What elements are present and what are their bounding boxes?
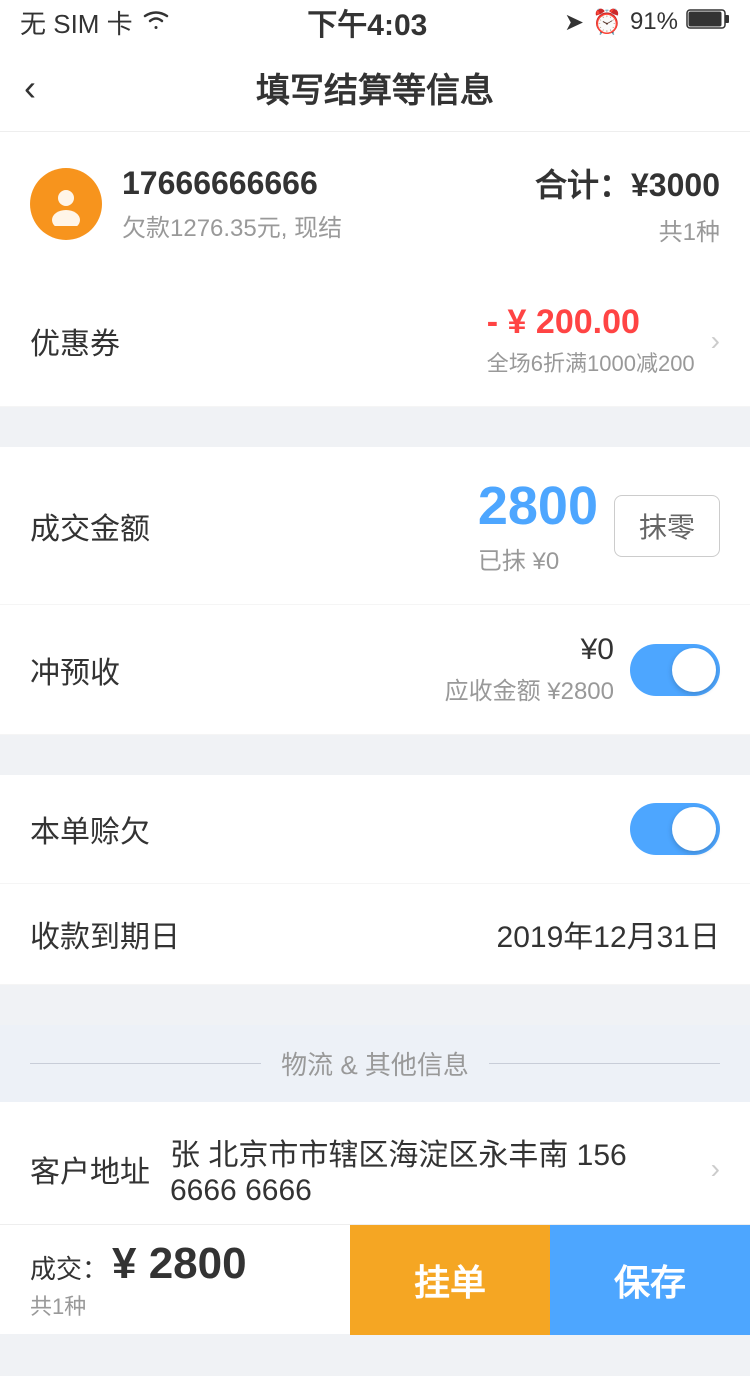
round-zero-button[interactable]: 抹零 xyxy=(614,495,720,557)
bottom-bar: 成交： ¥ 2800 共1种 挂单 保存 xyxy=(0,1224,750,1334)
customer-info: 17666666666 欠款1276.35元, 现结 xyxy=(122,165,342,243)
order-debt-toggle-thumb xyxy=(672,807,716,851)
order-debt-card: 本单赊欠 收款到期日 2019年12月31日 xyxy=(0,775,750,985)
address-row[interactable]: 客户地址 张 北京市市辖区海淀区永丰南 156 6666 6666 › xyxy=(0,1102,750,1236)
bottom-deal-count: 共1种 xyxy=(30,1289,320,1321)
order-debt-row: 本单赊欠 xyxy=(0,775,750,884)
bottom-deal-label: 成交： xyxy=(30,1249,108,1286)
toggle-thumb xyxy=(672,648,716,692)
status-right: ➤ ⏰ 91% xyxy=(564,8,730,37)
divider-line-left xyxy=(30,1063,261,1064)
prepayment-toggle[interactable] xyxy=(630,644,720,696)
customer-right: 合计：¥3000 共1种 xyxy=(535,160,720,247)
coupon-right: - ¥ 200.00 全场6折满1000减200 › xyxy=(487,303,720,378)
bottom-deal-wrap: 成交： ¥ 2800 xyxy=(30,1239,320,1289)
customer-left: 17666666666 欠款1276.35元, 现结 xyxy=(30,165,342,243)
bottom-left: 成交： ¥ 2800 共1种 xyxy=(0,1239,350,1321)
due-date-row: 收款到期日 2019年12月31日 xyxy=(0,884,750,985)
avatar xyxy=(30,168,102,240)
sim-label: 无 SIM 卡 xyxy=(20,4,133,41)
status-left: 无 SIM 卡 xyxy=(20,4,171,41)
page-title: 填写结算等信息 xyxy=(256,63,494,112)
customer-debt: 欠款1276.35元, 现结 xyxy=(122,208,342,243)
bottom-deal-amount: ¥ 2800 xyxy=(112,1239,247,1289)
section-sep-2 xyxy=(0,1005,750,1025)
hang-order-button[interactable]: 挂单 xyxy=(350,1225,550,1335)
prepayment-value-wrap: ¥0 应收金额 ¥2800 xyxy=(445,633,614,706)
due-date-value: 2019年12月31日 xyxy=(497,912,720,956)
coupon-desc: 全场6折满1000减200 xyxy=(487,346,695,378)
coupon-value-wrap: - ¥ 200.00 全场6折满1000减200 xyxy=(487,303,695,378)
coupon-chevron-icon: › xyxy=(711,325,720,357)
save-button[interactable]: 保存 xyxy=(550,1225,750,1335)
prepayment-row: 冲预收 ¥0 应收金额 ¥2800 xyxy=(0,605,750,735)
content: 17666666666 欠款1276.35元, 现结 合计：¥3000 共1种 … xyxy=(0,132,750,1376)
deal-amount-row: 成交金额 2800 已抹 ¥0 抹零 xyxy=(0,447,750,605)
battery-icon xyxy=(686,8,730,37)
customer-row: 17666666666 欠款1276.35元, 现结 合计：¥3000 共1种 xyxy=(0,132,750,275)
back-button[interactable]: ‹ xyxy=(24,67,84,109)
due-date-right: 2019年12月31日 xyxy=(497,912,720,956)
prepayment-amount: ¥0 xyxy=(445,633,614,667)
order-debt-label: 本单赊欠 xyxy=(30,807,150,851)
address-label: 客户地址 xyxy=(30,1147,150,1191)
deal-amount-right: 2800 已抹 ¥0 抹零 xyxy=(478,475,720,576)
logistics-section-label: 物流 & 其他信息 xyxy=(261,1045,489,1082)
coupon-label: 优惠券 xyxy=(30,319,120,363)
deal-amount-value: 2800 xyxy=(478,475,598,537)
coupon-row[interactable]: 优惠券 - ¥ 200.00 全场6折满1000减200 › xyxy=(0,275,750,407)
divider-1 xyxy=(0,427,750,447)
section-sep-1 xyxy=(0,755,750,775)
divider-line-right xyxy=(489,1063,720,1064)
deal-amount-wrap: 2800 已抹 ¥0 xyxy=(478,475,598,576)
logistics-section-header: 物流 & 其他信息 xyxy=(0,1025,750,1102)
customer-phone: 17666666666 xyxy=(122,165,342,202)
alarm-icon: ⏰ xyxy=(592,8,622,37)
prepayment-receivable: 应收金额 ¥2800 xyxy=(445,671,614,706)
status-bar: 无 SIM 卡 下午4:03 ➤ ⏰ 91% xyxy=(0,0,750,44)
deal-already: 已抹 ¥0 xyxy=(478,541,598,576)
wifi-icon xyxy=(141,7,171,38)
battery-level: 91% xyxy=(630,8,678,36)
total-count: 共1种 xyxy=(535,212,720,247)
deal-amount-label: 成交金额 xyxy=(30,504,150,548)
order-debt-toggle[interactable] xyxy=(630,803,720,855)
status-time: 下午4:03 xyxy=(307,0,427,44)
prepayment-right: ¥0 应收金额 ¥2800 xyxy=(445,633,720,706)
nav-bar: ‹ 填写结算等信息 xyxy=(0,44,750,132)
total-amount: 合计：¥3000 xyxy=(535,160,720,206)
address-value: 张 北京市市辖区海淀区永丰南 156 6666 6666 xyxy=(150,1130,711,1208)
order-debt-right xyxy=(630,803,720,855)
customer-card: 17666666666 欠款1276.35元, 现结 合计：¥3000 共1种 … xyxy=(0,132,750,407)
deal-amount-card: 成交金额 2800 已抹 ¥0 抹零 冲预收 ¥0 应收金额 ¥2800 xyxy=(0,447,750,735)
address-chevron-icon: › xyxy=(711,1153,720,1185)
location-icon: ➤ xyxy=(564,8,584,37)
coupon-value: - ¥ 200.00 xyxy=(487,303,695,342)
due-date-label: 收款到期日 xyxy=(30,912,180,956)
prepayment-label: 冲预收 xyxy=(30,648,120,692)
